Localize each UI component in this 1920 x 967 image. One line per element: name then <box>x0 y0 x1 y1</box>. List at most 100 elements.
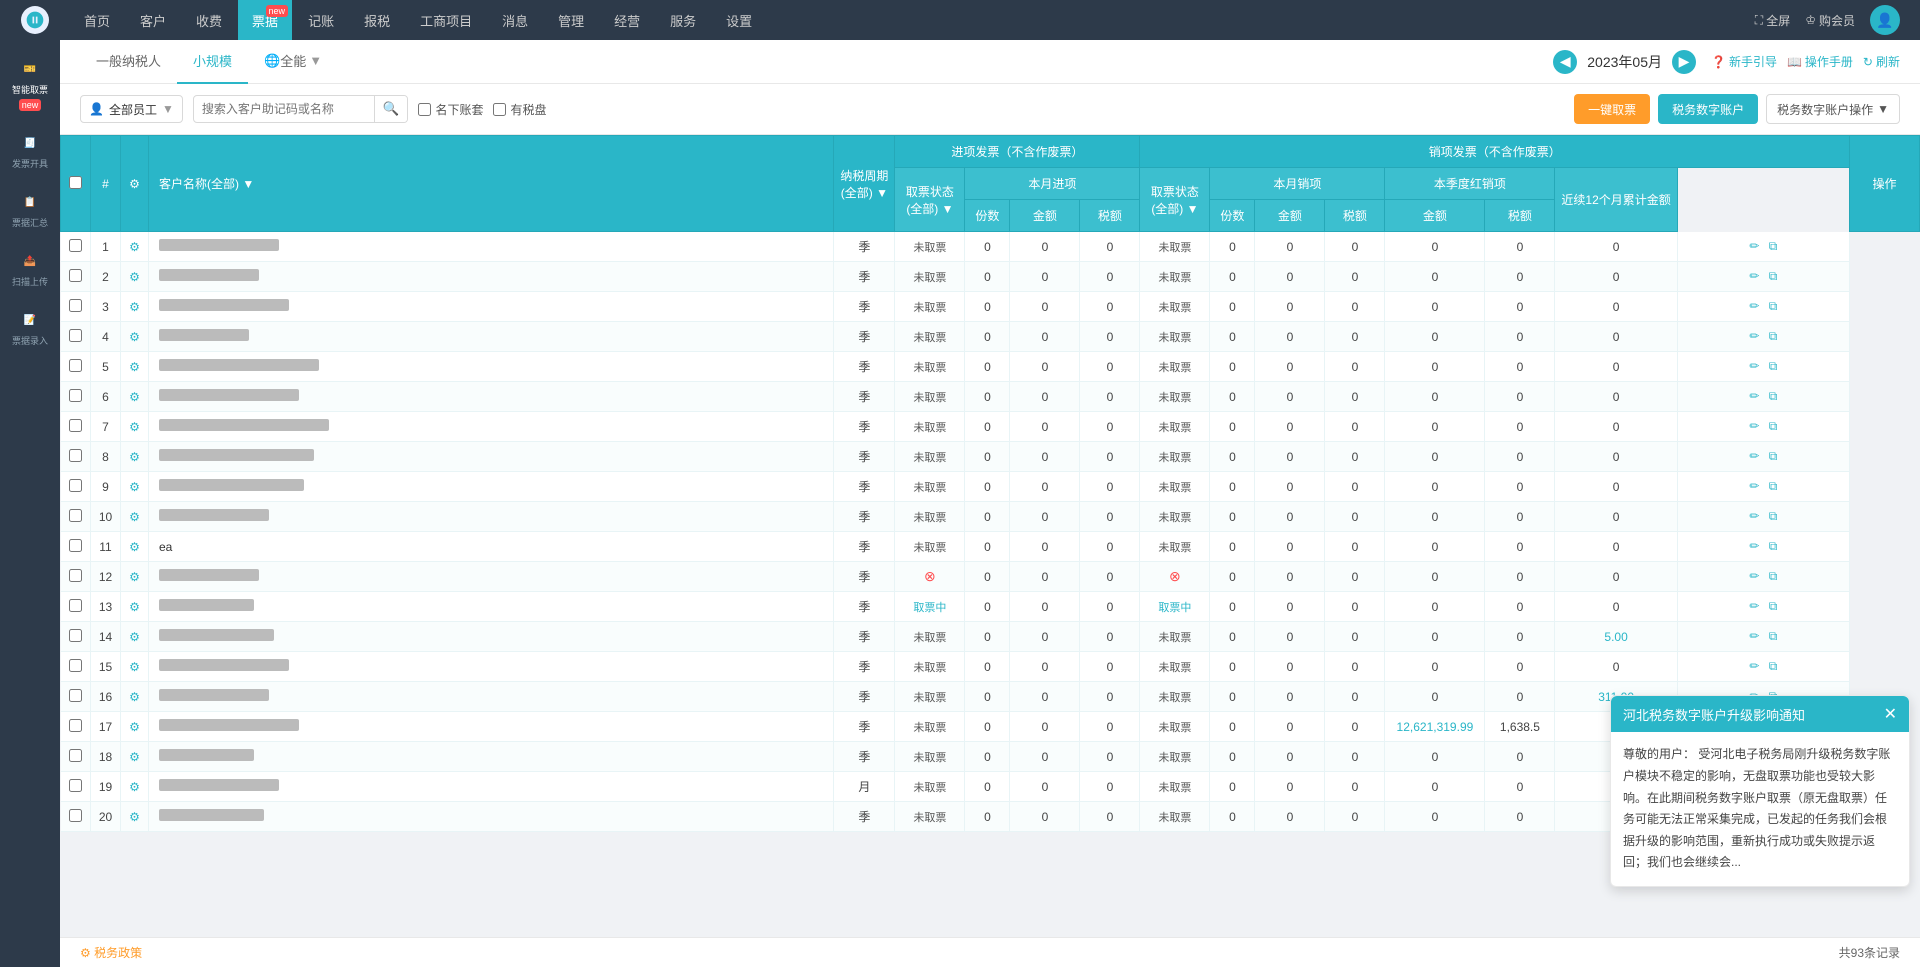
edit-icon[interactable]: ✏ <box>1749 479 1759 493</box>
row-client-name[interactable] <box>149 742 834 772</box>
copy-icon[interactable]: ⧉ <box>1769 539 1778 553</box>
row-settings-icon[interactable]: ⚙ <box>129 390 140 404</box>
row-client-name[interactable] <box>149 262 834 292</box>
label-under-account[interactable]: 名下账套 <box>418 101 483 118</box>
copy-icon[interactable]: ⧉ <box>1769 419 1778 433</box>
copy-icon[interactable]: ⧉ <box>1769 269 1778 283</box>
sidebar-item-invoice-open[interactable]: 🧾 发票开具 <box>4 124 56 178</box>
row-settings-icon[interactable]: ⚙ <box>129 420 140 434</box>
copy-icon[interactable]: ⧉ <box>1769 659 1778 673</box>
row-client-name[interactable] <box>149 322 834 352</box>
copy-icon[interactable]: ⧉ <box>1769 389 1778 403</box>
row-select-checkbox[interactable] <box>69 539 82 552</box>
copy-icon[interactable]: ⧉ <box>1769 449 1778 463</box>
row-client-name[interactable] <box>149 802 834 832</box>
row-settings-icon[interactable]: ⚙ <box>129 240 140 254</box>
row-client-name[interactable] <box>149 622 834 652</box>
manual-link[interactable]: 📖 操作手册 <box>1787 53 1853 70</box>
nav-message[interactable]: 消息 <box>488 0 542 40</box>
row-client-name[interactable] <box>149 472 834 502</box>
edit-icon[interactable]: ✏ <box>1749 569 1759 583</box>
tax-digital-account-ops-button[interactable]: 税务数字账户操作 ▼ <box>1766 94 1900 124</box>
nav-client[interactable]: 客户 <box>126 0 180 40</box>
copy-icon[interactable]: ⧉ <box>1769 359 1778 373</box>
tab-general-taxpayer[interactable]: 一般纳税人 <box>80 40 177 84</box>
nav-tax[interactable]: 报税 <box>350 0 404 40</box>
edit-icon[interactable]: ✏ <box>1749 269 1759 283</box>
nav-service[interactable]: 服务 <box>656 0 710 40</box>
row-select-checkbox[interactable] <box>69 749 82 762</box>
row-select-checkbox[interactable] <box>69 719 82 732</box>
copy-icon[interactable]: ⧉ <box>1769 629 1778 643</box>
edit-icon[interactable]: ✏ <box>1749 449 1759 463</box>
tax-digital-account-button[interactable]: 税务数字账户 <box>1658 94 1758 124</box>
nav-business[interactable]: 工商项目 <box>406 0 486 40</box>
row-select-checkbox[interactable] <box>69 599 82 612</box>
row-select-checkbox[interactable] <box>69 689 82 702</box>
sidebar-item-scan[interactable]: 📤 扫描上传 <box>4 242 56 296</box>
edit-icon[interactable]: ✏ <box>1749 239 1759 253</box>
row-client-name[interactable] <box>149 682 834 712</box>
edit-icon[interactable]: ✏ <box>1749 599 1759 613</box>
row-select-checkbox[interactable] <box>69 809 82 822</box>
checkbox-under-account[interactable] <box>418 103 431 116</box>
nav-settings[interactable]: 设置 <box>712 0 766 40</box>
row-settings-icon[interactable]: ⚙ <box>129 780 140 794</box>
sidebar-item-entry[interactable]: 📝 票据录入 <box>4 301 56 355</box>
row-select-checkbox[interactable] <box>69 569 82 582</box>
row-client-name[interactable] <box>149 712 834 742</box>
nav-bookkeeping[interactable]: 记账 <box>294 0 348 40</box>
fullscreen-button[interactable]: ⛶ 全屏 <box>1755 12 1790 29</box>
row-settings-icon[interactable]: ⚙ <box>129 360 140 374</box>
edit-icon[interactable]: ✏ <box>1749 659 1759 673</box>
row-select-checkbox[interactable] <box>69 509 82 522</box>
user-avatar[interactable]: 👤 <box>1870 5 1900 35</box>
row-settings-icon[interactable]: ⚙ <box>129 810 140 824</box>
row-select-checkbox[interactable] <box>69 359 82 372</box>
row-select-checkbox[interactable] <box>69 239 82 252</box>
edit-icon[interactable]: ✏ <box>1749 419 1759 433</box>
row-select-checkbox[interactable] <box>69 659 82 672</box>
th-out-fetch-status[interactable]: 取票状态(全部) ▼ <box>1140 168 1210 232</box>
row-select-checkbox[interactable] <box>69 779 82 792</box>
copy-icon[interactable]: ⧉ <box>1769 509 1778 523</box>
row-client-name[interactable] <box>149 772 834 802</box>
edit-icon[interactable]: ✏ <box>1749 539 1759 553</box>
row-client-name[interactable] <box>149 382 834 412</box>
row-select-checkbox[interactable] <box>69 389 82 402</box>
edit-icon[interactable]: ✏ <box>1749 509 1759 523</box>
row-select-checkbox[interactable] <box>69 629 82 642</box>
nav-charge[interactable]: 收费 <box>182 0 236 40</box>
date-next-button[interactable]: ▶ <box>1672 50 1696 74</box>
search-input[interactable] <box>194 102 374 116</box>
row-client-name[interactable] <box>149 562 834 592</box>
sidebar-item-smart-ticket[interactable]: 🎫 智能取票 new <box>4 50 56 119</box>
copy-icon[interactable]: ⧉ <box>1769 239 1778 253</box>
new-guide-link[interactable]: ❓ 新手引导 <box>1711 53 1777 70</box>
row-select-checkbox[interactable] <box>69 479 82 492</box>
row-settings-icon[interactable]: ⚙ <box>129 480 140 494</box>
row-client-name[interactable] <box>149 652 834 682</box>
row-select-checkbox[interactable] <box>69 269 82 282</box>
select-all-checkbox[interactable] <box>69 176 82 189</box>
tab-all-capable[interactable]: 🌐 全能 ▼ <box>248 40 338 84</box>
th-client-name[interactable]: 客户名称(全部) ▼ <box>149 136 834 232</box>
copy-icon[interactable]: ⧉ <box>1769 329 1778 343</box>
row-select-checkbox[interactable] <box>69 329 82 342</box>
row-settings-icon[interactable]: ⚙ <box>129 690 140 704</box>
row-client-name[interactable] <box>149 502 834 532</box>
th-tax-period[interactable]: 纳税周期(全部) ▼ <box>834 136 895 232</box>
vip-button[interactable]: ♔ 购会员 <box>1805 12 1855 29</box>
copy-icon[interactable]: ⧉ <box>1769 299 1778 313</box>
row-client-name[interactable] <box>149 292 834 322</box>
nav-operation[interactable]: 经营 <box>600 0 654 40</box>
copy-icon[interactable]: ⧉ <box>1769 599 1778 613</box>
row-settings-icon[interactable]: ⚙ <box>129 540 140 554</box>
row-settings-icon[interactable]: ⚙ <box>129 570 140 584</box>
label-has-taxdisk[interactable]: 有税盘 <box>493 101 546 118</box>
row-client-name[interactable] <box>149 442 834 472</box>
row-client-name[interactable] <box>149 592 834 622</box>
sidebar-item-summary[interactable]: 📋 票据汇总 <box>4 183 56 237</box>
tab-small-scale[interactable]: 小规模 <box>177 40 248 84</box>
nav-home[interactable]: 首页 <box>70 0 124 40</box>
